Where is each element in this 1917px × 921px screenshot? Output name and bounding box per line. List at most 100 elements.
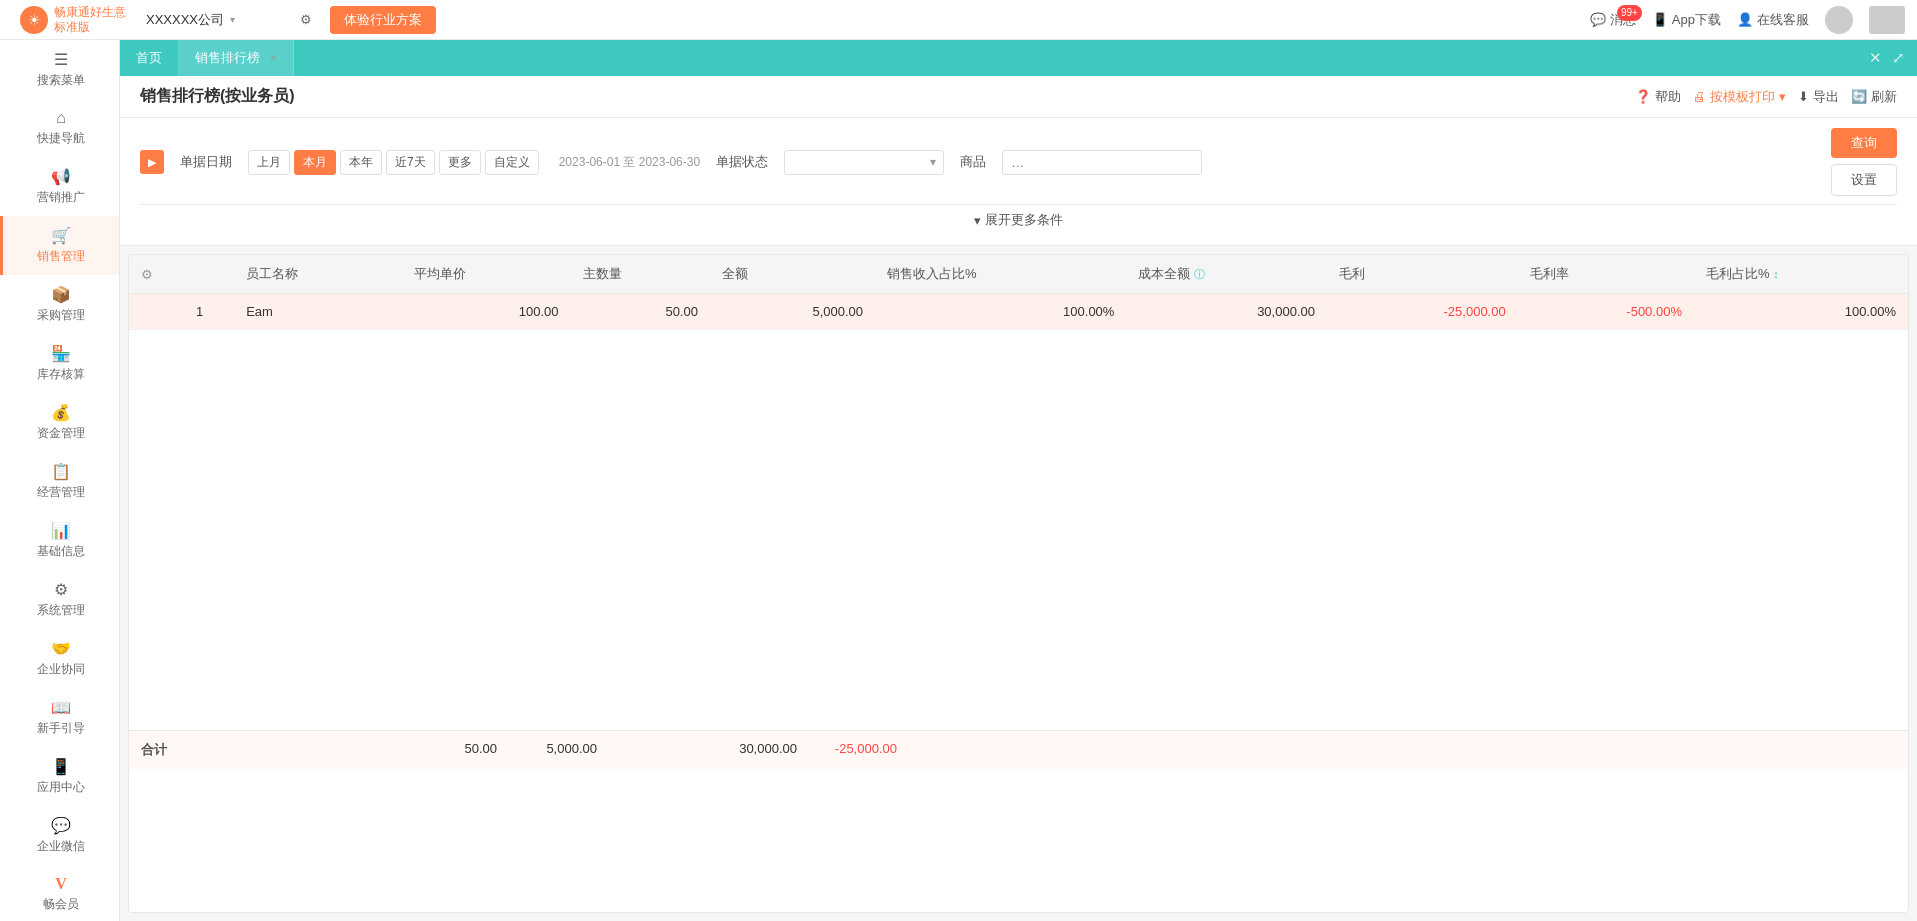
online-service-label: 在线客服 bbox=[1757, 11, 1809, 29]
header-settings-button[interactable]: ⚙ bbox=[292, 6, 320, 34]
cell-settings bbox=[129, 294, 165, 330]
main-layout: ☰ 搜索菜单 ⌂ 快捷导航 📢 营销推广 🛒 销售管理 📦 采购管理 🏪 库存核… bbox=[0, 40, 1917, 921]
teal-tab-bar: 首页 销售排行榜 × ✕ ⤢ bbox=[120, 40, 1917, 76]
date-custom-btn[interactable]: 自定义 bbox=[485, 150, 539, 175]
sidebar-item-label: 畅会员 bbox=[43, 896, 79, 913]
sidebar-item-sales[interactable]: 🛒 销售管理 bbox=[0, 216, 119, 275]
tab-bar-right: ✕ ⤢ bbox=[1869, 40, 1917, 76]
sales-icon: 🛒 bbox=[51, 226, 71, 245]
export-icon: ⬇ bbox=[1798, 89, 1809, 104]
tab-home[interactable]: 首页 bbox=[120, 40, 179, 76]
data-table: ⚙ 员工名称 平均单价 主数量 全额 销售收入占比% 成本全额 ⓘ 毛利 毛利率… bbox=[129, 255, 1908, 330]
sidebar-item-search[interactable]: ☰ 搜索菜单 bbox=[0, 40, 119, 99]
tab-close-window-icon[interactable]: ✕ bbox=[1869, 49, 1882, 67]
expand-label: 展开更多条件 bbox=[985, 211, 1063, 229]
tab-active-label: 销售排行榜 bbox=[195, 49, 260, 67]
status-select[interactable] bbox=[784, 150, 944, 175]
cell-main-qty: 50.00 bbox=[571, 294, 710, 330]
search-button[interactable]: 查询 bbox=[1831, 128, 1897, 158]
home-icon: ⌂ bbox=[56, 109, 66, 127]
date-curr-month-btn[interactable]: 本月 bbox=[294, 150, 336, 175]
footer-label: 合计 bbox=[141, 741, 261, 759]
trial-button[interactable]: 体验行业方案 bbox=[330, 6, 436, 34]
sidebar-item-apps[interactable]: 📱 应用中心 bbox=[0, 747, 119, 806]
download-icon: 📱 bbox=[1652, 12, 1668, 27]
sidebar-item-guide[interactable]: 📖 新手引导 bbox=[0, 688, 119, 747]
date-label: 单据日期 bbox=[180, 153, 232, 171]
sidebar-item-member[interactable]: V 畅会员 bbox=[0, 865, 119, 921]
footer-sales-pct-spacer bbox=[621, 741, 721, 759]
goods-label: 商品 bbox=[960, 153, 986, 171]
app-logo-text: 畅康通好生意 标准版 bbox=[54, 5, 126, 34]
online-service-button[interactable]: 👤 在线客服 bbox=[1737, 11, 1809, 29]
sidebar-item-label: 新手引导 bbox=[37, 720, 85, 737]
col-cost: 成本全额 ⓘ bbox=[1126, 255, 1327, 294]
corp-icon: 🤝 bbox=[51, 639, 71, 658]
member-icon: V bbox=[55, 875, 67, 893]
print-icon: 🖨 bbox=[1693, 89, 1706, 104]
sidebar-item-label: 基础信息 bbox=[37, 543, 85, 560]
sidebar-item-purchase[interactable]: 📦 采购管理 bbox=[0, 275, 119, 334]
top-header: ☀ 畅康通好生意 标准版 XXXXXX公司 ▾ ⚙ 体验行业方案 💬 消息 99… bbox=[0, 0, 1917, 40]
export-button[interactable]: ⬇ 导出 bbox=[1798, 88, 1839, 106]
sidebar-item-system[interactable]: ⚙ 系统管理 bbox=[0, 570, 119, 629]
cell-name: Eam bbox=[234, 294, 402, 330]
sidebar-item-label: 快捷导航 bbox=[37, 130, 85, 147]
refresh-label: 刷新 bbox=[1871, 88, 1897, 106]
app-download-button[interactable]: 📱 App下载 bbox=[1652, 11, 1721, 29]
user-name-area bbox=[1869, 6, 1905, 34]
table-header-row: ⚙ 员工名称 平均单价 主数量 全额 销售收入占比% 成本全额 ⓘ 毛利 毛利率… bbox=[129, 255, 1908, 294]
goods-input[interactable] bbox=[1002, 150, 1202, 175]
sidebar-item-corp[interactable]: 🤝 企业协同 bbox=[0, 629, 119, 688]
col-amount: 全额 bbox=[710, 255, 875, 294]
message-icon: 💬 bbox=[1590, 12, 1606, 27]
company-selector[interactable]: XXXXXX公司 ▾ bbox=[146, 11, 286, 29]
tab-sales-ranking[interactable]: 销售排行榜 × bbox=[179, 40, 294, 76]
help-button[interactable]: ❓ 帮助 bbox=[1635, 88, 1681, 106]
sidebar-item-basic[interactable]: 📊 基础信息 bbox=[0, 511, 119, 570]
col-rank bbox=[165, 255, 234, 294]
cell-avg-price: 100.00 bbox=[402, 294, 570, 330]
tab-close-icon[interactable]: × bbox=[270, 51, 277, 65]
sidebar-item-label: 系统管理 bbox=[37, 602, 85, 619]
table-empty-space bbox=[129, 330, 1908, 730]
data-table-wrapper: ⚙ 员工名称 平均单价 主数量 全额 销售收入占比% 成本全额 ⓘ 毛利 毛利率… bbox=[128, 254, 1909, 913]
operations-icon: 📋 bbox=[51, 462, 71, 481]
filter-collapse-button[interactable]: ▶ bbox=[140, 150, 164, 174]
print-chevron-icon: ▾ bbox=[1779, 89, 1786, 104]
footer-spacer-avgprice bbox=[341, 741, 421, 759]
sidebar-item-marketing[interactable]: 📢 营销推广 bbox=[0, 157, 119, 216]
help-icon: ❓ bbox=[1635, 89, 1651, 104]
user-avatar[interactable] bbox=[1825, 6, 1853, 34]
sidebar-item-label: 企业协同 bbox=[37, 661, 85, 678]
sidebar-item-label: 经营管理 bbox=[37, 484, 85, 501]
col-settings[interactable]: ⚙ bbox=[129, 255, 165, 294]
expand-conditions-button[interactable]: ▾ 展开更多条件 bbox=[140, 204, 1897, 235]
sidebar-item-inventory[interactable]: 🏪 库存核算 bbox=[0, 334, 119, 393]
purchase-icon: 📦 bbox=[51, 285, 71, 304]
sidebar-item-shortcut[interactable]: ⌂ 快捷导航 bbox=[0, 99, 119, 157]
footer-spacer-name bbox=[261, 741, 341, 759]
col-gross-rate: 毛利率 bbox=[1518, 255, 1694, 294]
sidebar-item-operations[interactable]: 📋 经营管理 bbox=[0, 452, 119, 511]
date-year-btn[interactable]: 本年 bbox=[340, 150, 382, 175]
col-sales-pct: 销售收入占比% bbox=[875, 255, 1126, 294]
date-more-btn[interactable]: 更多 bbox=[439, 150, 481, 175]
refresh-icon: 🔄 bbox=[1851, 89, 1867, 104]
date-prev-month-btn[interactable]: 上月 bbox=[248, 150, 290, 175]
date-7days-btn[interactable]: 近7天 bbox=[386, 150, 435, 175]
system-icon: ⚙ bbox=[54, 580, 68, 599]
message-button[interactable]: 💬 消息 99+ bbox=[1590, 11, 1636, 29]
guide-icon: 📖 bbox=[51, 698, 71, 717]
footer-cost: 30,000.00 bbox=[721, 741, 821, 759]
col-main-qty: 主数量 bbox=[571, 255, 710, 294]
refresh-button[interactable]: 🔄 刷新 bbox=[1851, 88, 1897, 106]
message-badge: 99+ bbox=[1617, 5, 1642, 21]
wechat-icon: 💬 bbox=[51, 816, 71, 835]
print-button[interactable]: 🖨 按模板打印 ▾ bbox=[1693, 88, 1786, 106]
settings-button[interactable]: 设置 bbox=[1831, 164, 1897, 196]
sidebar-item-wechat[interactable]: 💬 企业微信 bbox=[0, 806, 119, 865]
sidebar-item-finance[interactable]: 💰 资金管理 bbox=[0, 393, 119, 452]
tab-maximize-icon[interactable]: ⤢ bbox=[1892, 49, 1905, 67]
sidebar-item-label: 应用中心 bbox=[37, 779, 85, 796]
